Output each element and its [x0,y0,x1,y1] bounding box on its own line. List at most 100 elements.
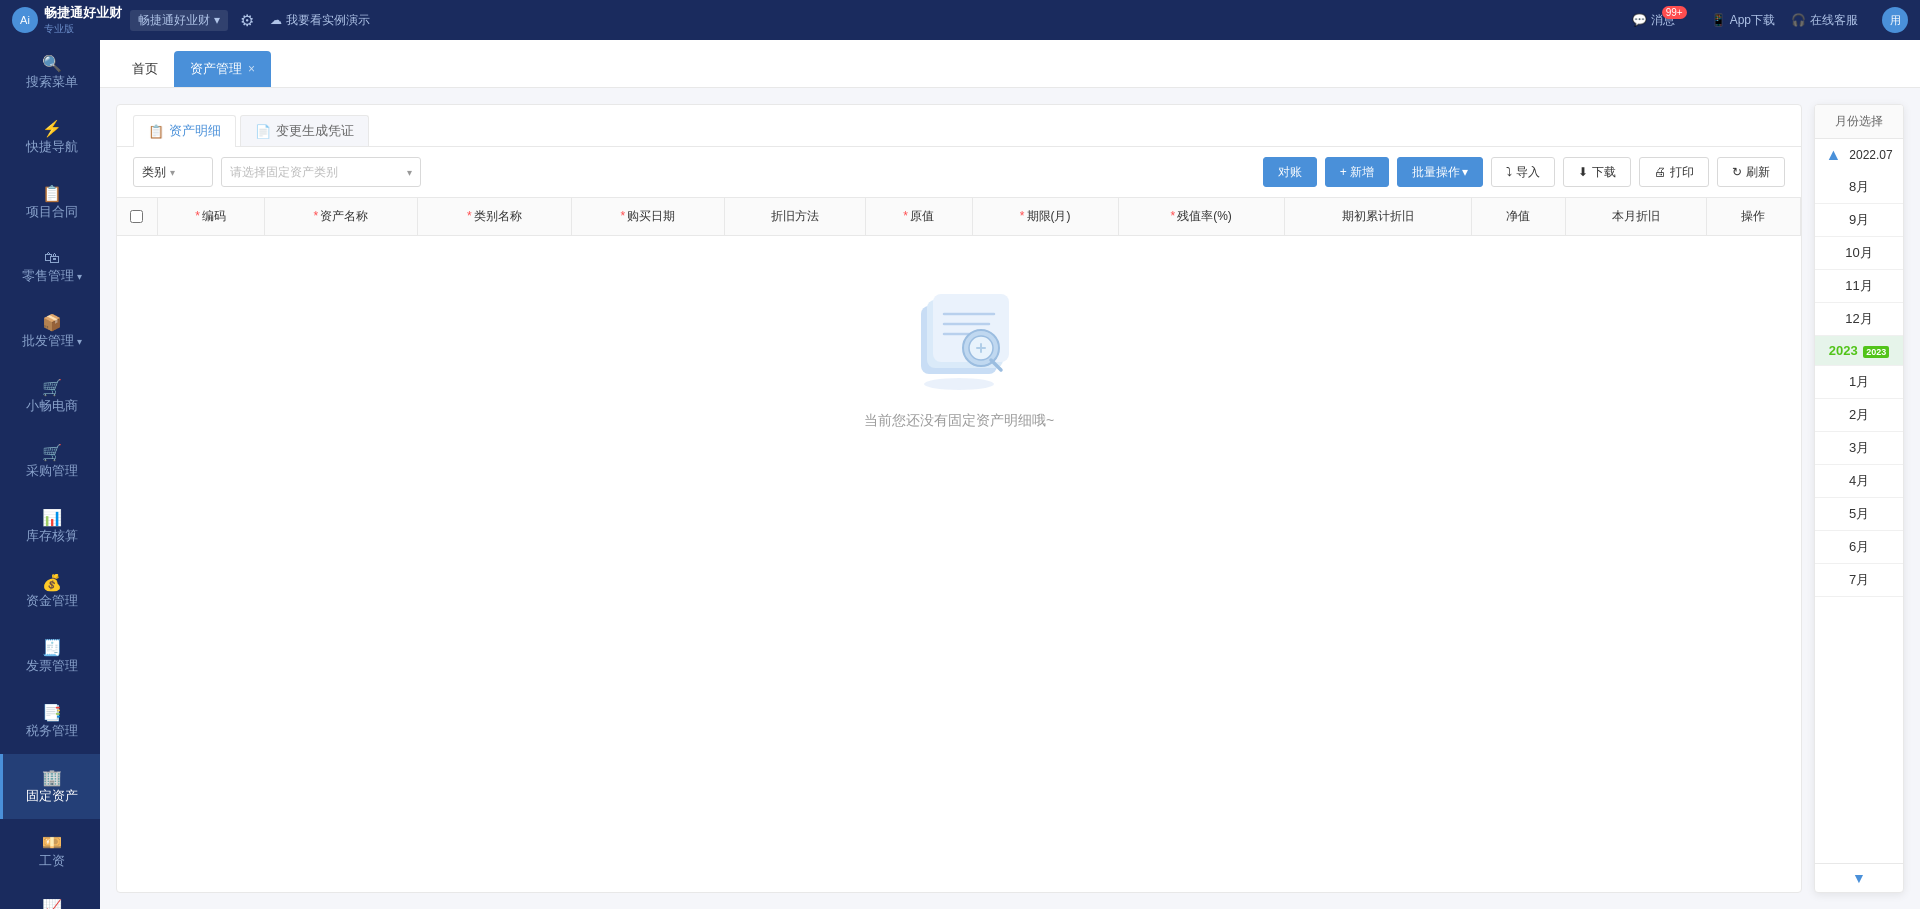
th-checkbox [117,198,157,236]
sub-tab-change-voucher[interactable]: 📄 变更生成凭证 [240,115,369,146]
company-selector[interactable]: 畅捷通好业财 ▾ [130,10,228,31]
app-download-button[interactable]: 📱 App下载 [1711,12,1775,29]
empty-state: 当前您还没有固定资产明细哦~ [117,236,1801,470]
user-avatar[interactable]: 用 [1882,7,1908,33]
th-name: *资产名称 [264,198,417,236]
category-placeholder: 请选择固定资产类别 [230,164,338,181]
company-dropdown-icon: ▾ [214,13,220,27]
online-service-label: 在线客服 [1810,12,1858,29]
sub-tab-asset-detail[interactable]: 📋 资产明细 [133,115,236,146]
sidebar-label-retail: 零售管理 ▾ [11,267,92,285]
month-item-3[interactable]: 3月 [1815,432,1903,465]
empty-icon [899,276,1019,396]
sidebar-item-ops[interactable]: 📈 经营管理 [0,884,100,909]
th-operation: 操作 [1706,198,1800,236]
sidebar-item-tax[interactable]: 📑 税务管理 [0,689,100,754]
sidebar-item-fixed-assets[interactable]: 🏢 固定资产 [0,754,100,819]
th-category: *类别名称 [418,198,571,236]
sidebar-item-invoice[interactable]: 🧾 发票管理 [0,624,100,689]
sidebar-item-quick-nav[interactable]: ⚡ 快捷导航 [0,105,100,170]
app-download-icon: 📱 [1711,13,1726,27]
category-input[interactable]: 请选择固定资产类别 ▾ [221,157,421,187]
month-down-btn[interactable]: ▼ [1852,870,1866,886]
toolbar-left: 类别 ▾ 请选择固定资产类别 ▾ [133,157,421,187]
print-button[interactable]: 🖨 打印 [1639,157,1709,187]
sidebar-item-retail[interactable]: 🛍 零售管理 ▾ [0,235,100,299]
download-button[interactable]: ⬇ 下载 [1563,157,1631,187]
app-icon: Ai [12,7,38,33]
sidebar-label-quick-nav: 快捷导航 [11,138,92,156]
month-item-10[interactable]: 10月 [1815,237,1903,270]
sidebar-item-wholesale[interactable]: 📦 批发管理 ▾ [0,299,100,364]
main-layout: 🔍 搜索菜单 ⚡ 快捷导航 📋 项目合同 🛍 零售管理 ▾ 📦 批发管理 ▾ [0,40,1920,909]
month-item-6[interactable]: 6月 [1815,531,1903,564]
demo-icon: ☁ [270,13,282,27]
month-item-8[interactable]: 8月 [1815,171,1903,204]
th-depreciation: 折旧方法 [725,198,866,236]
quick-nav-icon: ⚡ [11,119,92,138]
th-period: *期限(月) [972,198,1118,236]
finance-icon: 💰 [11,573,92,592]
toolbar-right: 对账 + 新增 批量操作 ▾ ⤵ 导入 [1263,157,1785,187]
sidebar-label-inventory: 库存核算 [11,527,92,545]
select-all-checkbox[interactable] [130,210,143,223]
message-button[interactable]: 💬 消息 99+ [1632,12,1675,29]
sidebar-item-search[interactable]: 🔍 搜索菜单 [0,40,100,105]
month-item-12[interactable]: 12月 [1815,303,1903,336]
tab-bar: 首页 资产管理 × [100,40,1920,88]
settings-button[interactable]: ⚙ [240,11,254,30]
wholesale-arrow-icon: ▾ [77,336,82,347]
category-dropdown-arrow: ▾ [170,167,175,178]
month-item-5[interactable]: 5月 [1815,498,1903,531]
month-panel-title: 月份选择 [1815,105,1903,139]
sidebar-label-fixed-assets: 固定资产 [11,787,92,805]
month-list: 8月 9月 10月 11月 12月 2023 2023 1月 2月 3月 4月 … [1815,171,1903,863]
refresh-icon: ↻ [1732,165,1742,179]
sidebar-item-purchase[interactable]: 🛒 采购管理 [0,429,100,494]
demo-button[interactable]: ☁ 我要看实例演示 [270,12,370,29]
app-name: 畅捷通好业财 [44,4,122,22]
retail-arrow-icon: ▾ [77,271,82,282]
sidebar-label-invoice: 发票管理 [11,657,92,675]
tab-close-icon[interactable]: × [248,62,255,76]
sidebar-item-salary[interactable]: 💴 工资 [0,819,100,884]
category-input-arrow: ▾ [407,167,412,178]
sidebar-item-finance[interactable]: 💰 资金管理 [0,559,100,624]
asset-table: *编码 *资产名称 *类别名称 *购买日期 折旧方法 *原值 *期限(月) *残… [117,198,1801,236]
app-edition: 专业版 [44,22,122,36]
company-name: 畅捷通好业财 [138,12,210,29]
month-item-9[interactable]: 9月 [1815,204,1903,237]
batch-button[interactable]: 批量操作 ▾ [1397,157,1483,187]
reconcile-button[interactable]: 对账 [1263,157,1317,187]
month-panel-footer: ▼ [1815,863,1903,892]
month-item-1[interactable]: 1月 [1815,366,1903,399]
month-prev-btn[interactable]: ▲ [1821,143,1845,167]
salary-icon: 💴 [11,833,92,852]
svg-point-0 [924,378,994,390]
refresh-button[interactable]: ↻ 刷新 [1717,157,1785,187]
tab-asset-mgmt[interactable]: 资产管理 × [174,51,271,87]
print-icon: 🖨 [1654,165,1666,179]
tab-home[interactable]: 首页 [116,51,174,87]
th-original-value: *原值 [865,198,972,236]
online-service-button[interactable]: 🎧 在线客服 [1791,12,1858,29]
sub-tab-asset-detail-label: 资产明细 [169,122,221,140]
category-select[interactable]: 类别 ▾ [133,157,213,187]
sidebar-item-project[interactable]: 📋 项目合同 [0,170,100,235]
purchase-icon: 🛒 [11,443,92,462]
month-item-11[interactable]: 11月 [1815,270,1903,303]
message-icon: 💬 [1632,13,1647,27]
sidebar-item-inventory[interactable]: 📊 库存核算 [0,494,100,559]
retail-icon: 🛍 [11,249,92,267]
toolbar: 类别 ▾ 请选择固定资产类别 ▾ 对账 [117,147,1801,198]
month-item-4[interactable]: 4月 [1815,465,1903,498]
import-button[interactable]: ⤵ 导入 [1491,157,1555,187]
month-item-7[interactable]: 7月 [1815,564,1903,597]
download-icon: ⬇ [1578,165,1588,179]
month-item-2[interactable]: 2月 [1815,399,1903,432]
month-item-2023[interactable]: 2023 2023 [1815,336,1903,366]
top-bar-right: 💬 消息 99+ 📱 App下载 🎧 在线客服 用 [1632,7,1908,33]
sidebar-item-ecommerce[interactable]: 🛒 小畅电商 [0,364,100,429]
add-label: + 新增 [1340,164,1374,181]
add-button[interactable]: + 新增 [1325,157,1389,187]
